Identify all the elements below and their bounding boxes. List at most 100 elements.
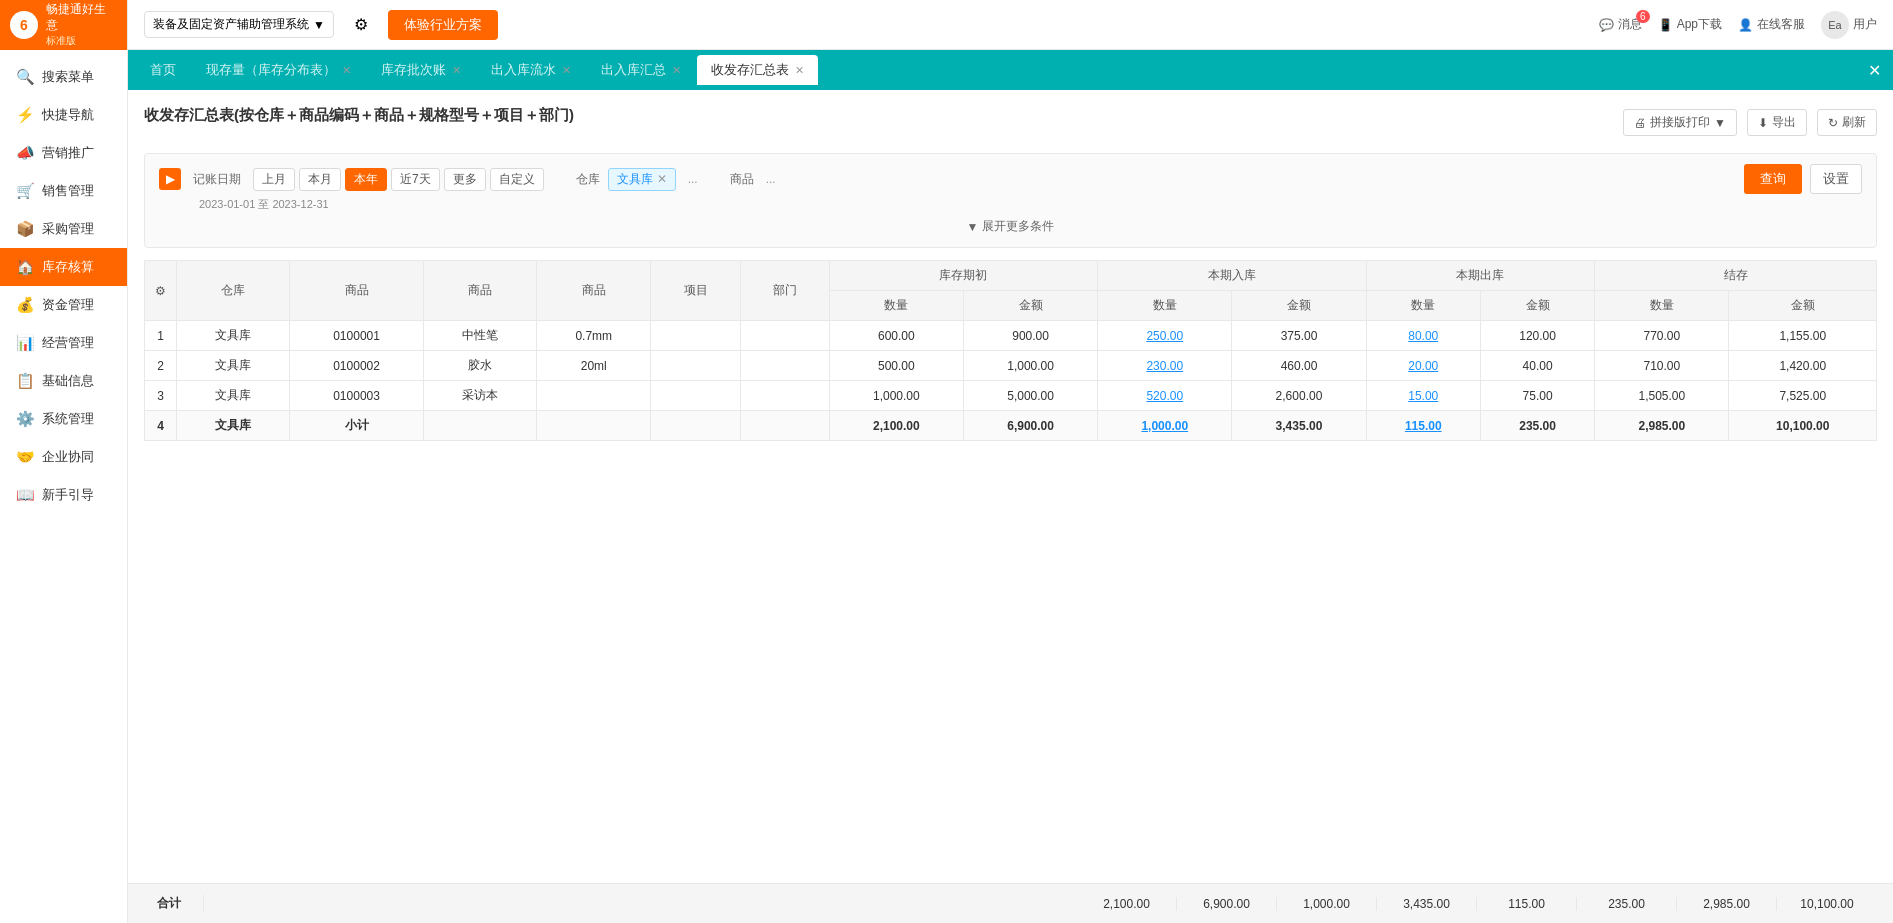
- row-project: [651, 381, 740, 411]
- row-out-qty-link[interactable]: 15.00: [1408, 389, 1438, 403]
- row-code: 0100003: [289, 381, 423, 411]
- service-label: 在线客服: [1757, 16, 1805, 33]
- filter-toggle-btn[interactable]: ▶: [159, 168, 181, 190]
- sidebar-item-guide[interactable]: 📖 新手引导: [0, 476, 127, 514]
- tab-home[interactable]: 首页: [136, 55, 190, 85]
- th-project: 项目: [651, 261, 740, 321]
- app-download-item[interactable]: 📱 App下载: [1658, 16, 1722, 33]
- th-open-amt: 金额: [963, 291, 1097, 321]
- tab-in-out-summary[interactable]: 出入库汇总 ✕: [587, 55, 695, 85]
- sidebar-item-quick[interactable]: ⚡ 快捷导航: [0, 96, 127, 134]
- filter-row: ▶ 记账日期 上月 本月 本年 近7天 更多 自定义 仓库 文具库 ✕: [159, 164, 1862, 194]
- row-spec: 20ml: [537, 351, 651, 381]
- goods-label: 商品: [730, 171, 754, 188]
- row-in-qty-link[interactable]: 230.00: [1146, 359, 1183, 373]
- sidebar-item-sales[interactable]: 🛒 销售管理: [0, 172, 127, 210]
- tab-recv-send[interactable]: 收发存汇总表 ✕: [697, 55, 818, 85]
- goods-filter: 商品 ...: [730, 171, 776, 188]
- goods-more[interactable]: ...: [766, 172, 776, 186]
- print-icon: 🖨: [1634, 116, 1646, 130]
- date-btn-this-month[interactable]: 本月: [299, 168, 341, 191]
- tab-bar: 首页 现存量（库存分布表） ✕ 库存批次账 ✕ 出入库流水 ✕ 出入库汇总 ✕ …: [128, 50, 1893, 90]
- tab-stock-dist[interactable]: 现存量（库存分布表） ✕: [192, 55, 365, 85]
- warehouse-remove-icon[interactable]: ✕: [657, 172, 667, 186]
- user-item[interactable]: Ea 用户: [1821, 11, 1877, 39]
- subtotal-in-qty-link[interactable]: 1,000.00: [1141, 419, 1188, 433]
- logo-line1: 畅捷通好生意: [46, 2, 117, 33]
- col-setting-header[interactable]: ⚙: [145, 261, 177, 321]
- sidebar-logo: 6 畅捷通好生意 标准版: [0, 0, 127, 50]
- sidebar-item-finance[interactable]: 💰 资金管理: [0, 286, 127, 324]
- row-name: 胶水: [424, 351, 537, 381]
- row-open-amt: 900.00: [963, 321, 1097, 351]
- experience-btn[interactable]: 体验行业方案: [388, 10, 498, 40]
- date-btn-7days[interactable]: 近7天: [391, 168, 440, 191]
- query-button[interactable]: 查询: [1744, 164, 1802, 194]
- tab-in-out-flow[interactable]: 出入库流水 ✕: [477, 55, 585, 85]
- date-btn-this-year[interactable]: 本年: [345, 168, 387, 191]
- tab-batch-label: 库存批次账: [381, 61, 446, 79]
- row-project: [651, 321, 740, 351]
- tab-recv-send-label: 收发存汇总表: [711, 61, 789, 79]
- tab-in-out-summary-close[interactable]: ✕: [672, 64, 681, 77]
- sales-icon: 🛒: [16, 182, 34, 200]
- subtotal-out-qty-link[interactable]: 115.00: [1405, 419, 1442, 433]
- date-btn-more[interactable]: 更多: [444, 168, 486, 191]
- warehouse-more[interactable]: ...: [688, 172, 698, 186]
- sidebar-item-marketing[interactable]: 📣 营销推广: [0, 134, 127, 172]
- sidebar-item-corp[interactable]: 🤝 企业协同: [0, 438, 127, 476]
- th-goods-code: 商品: [289, 261, 423, 321]
- row-open-qty: 500.00: [829, 351, 963, 381]
- th-warehouse: 仓库: [177, 261, 290, 321]
- print-btn[interactable]: 🖨 拼接版打印 ▼: [1623, 109, 1737, 136]
- table-row: 1 文具库 0100001 中性笔 0.7mm 600.00 900.00 25…: [145, 321, 1877, 351]
- tab-batch-close[interactable]: ✕: [452, 64, 461, 77]
- sidebar-item-search[interactable]: 🔍 搜索菜单: [0, 58, 127, 96]
- row-out-qty-link[interactable]: 20.00: [1408, 359, 1438, 373]
- total-open-qty: 2,100.00: [1077, 897, 1177, 911]
- date-btn-last-month[interactable]: 上月: [253, 168, 295, 191]
- row-out-qty: 80.00: [1366, 321, 1480, 351]
- expand-label: 展开更多条件: [982, 218, 1054, 235]
- sidebar-item-operation[interactable]: 📊 经营管理: [0, 324, 127, 362]
- expand-more-btn[interactable]: ▼ 展开更多条件: [159, 212, 1862, 237]
- system-title-dropdown[interactable]: 装备及固定资产辅助管理系统 ▼: [144, 11, 334, 38]
- row-bal-qty: 1,505.00: [1595, 381, 1729, 411]
- set-button[interactable]: 设置: [1810, 164, 1862, 194]
- refresh-btn[interactable]: ↻ 刷新: [1817, 109, 1877, 136]
- tab-stock-dist-close[interactable]: ✕: [342, 64, 351, 77]
- user-label: 用户: [1853, 16, 1877, 33]
- refresh-icon: ↻: [1828, 116, 1838, 130]
- date-btn-custom[interactable]: 自定义: [490, 168, 544, 191]
- subtotal-dept: [740, 411, 829, 441]
- settings-dropdown[interactable]: ⚙: [350, 11, 372, 38]
- corp-icon: 🤝: [16, 448, 34, 466]
- row-name: 采访本: [424, 381, 537, 411]
- subtotal-bal-amt: 10,100.00: [1729, 411, 1877, 441]
- tab-batch[interactable]: 库存批次账 ✕: [367, 55, 475, 85]
- th-open-qty: 数量: [829, 291, 963, 321]
- th-in-period: 本期入库: [1098, 261, 1366, 291]
- row-code: 0100001: [289, 321, 423, 351]
- inventory-icon: 🏠: [16, 258, 34, 276]
- tab-recv-send-close[interactable]: ✕: [795, 64, 804, 77]
- export-btn[interactable]: ⬇ 导出: [1747, 109, 1807, 136]
- sidebar-item-search-label: 搜索菜单: [42, 68, 94, 86]
- sidebar-item-inventory[interactable]: 🏠 库存核算: [0, 248, 127, 286]
- row-in-qty-link[interactable]: 520.00: [1146, 389, 1183, 403]
- th-in-qty: 数量: [1098, 291, 1232, 321]
- guide-icon: 📖: [16, 486, 34, 504]
- sidebar-item-basic[interactable]: 📋 基础信息: [0, 362, 127, 400]
- service-item[interactable]: 👤 在线客服: [1738, 16, 1805, 33]
- top-header: 装备及固定资产辅助管理系统 ▼ ⚙ 体验行业方案 💬 6 消息 📱 App下载 …: [128, 0, 1893, 50]
- msg-item[interactable]: 💬 6 消息: [1599, 16, 1642, 33]
- row-out-qty-link[interactable]: 80.00: [1408, 329, 1438, 343]
- sidebar-item-purchase[interactable]: 📦 采购管理: [0, 210, 127, 248]
- tab-bar-close-icon[interactable]: ✕: [1864, 57, 1885, 84]
- row-in-qty-link[interactable]: 250.00: [1146, 329, 1183, 343]
- subtotal-goods-spec: [537, 411, 651, 441]
- tab-in-out-flow-close[interactable]: ✕: [562, 64, 571, 77]
- sidebar-item-system[interactable]: ⚙️ 系统管理: [0, 400, 127, 438]
- refresh-label: 刷新: [1842, 114, 1866, 131]
- logo-icon: 6: [10, 11, 38, 39]
